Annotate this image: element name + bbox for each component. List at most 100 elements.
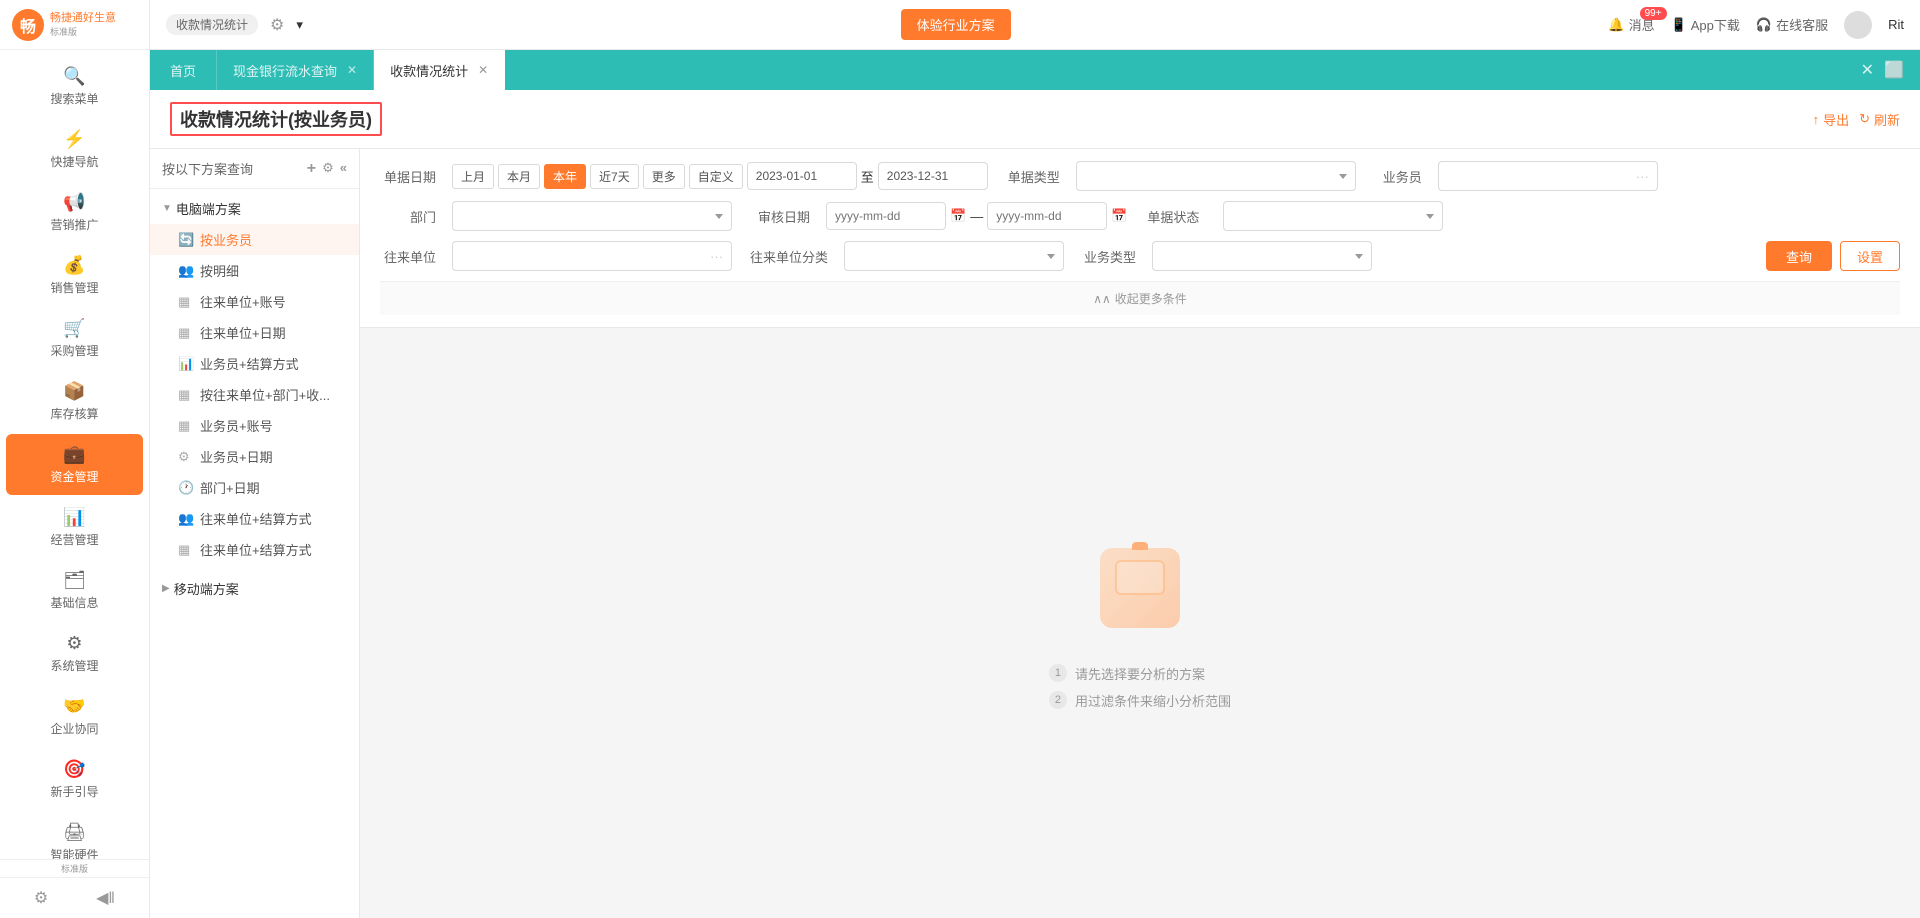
sidebar-icon-7: 📊 <box>63 507 85 528</box>
sidebar-item-库存核算[interactable]: 📦 库存核算 <box>6 371 143 432</box>
doc-status-select[interactable] <box>1223 201 1443 231</box>
customer-service-group[interactable]: 🎧 在线客服 <box>1756 15 1828 34</box>
sidebar-label-0: 搜索菜单 <box>50 90 98 107</box>
tab-receipt-stats-close[interactable]: ✕ <box>478 63 488 77</box>
date-btn-curr-year[interactable]: 本年 <box>544 164 586 189</box>
counterpart-cat-chevron <box>1047 254 1055 259</box>
review-from-input[interactable] <box>826 202 946 230</box>
sidebar-icon-2: 📢 <box>63 192 85 213</box>
scheme-item-salesperson-date[interactable]: ⚙ 业务员+日期 <box>150 441 359 472</box>
scheme-item-salesperson-settle[interactable]: 📊 业务员+结算方式 <box>150 348 359 379</box>
close-window-icon[interactable]: ✕ <box>1861 60 1874 80</box>
export-icon: ↑ <box>1813 112 1820 127</box>
export-button[interactable]: ↑ 导出 <box>1813 110 1850 129</box>
counterpart-label: 往来单位 <box>380 247 436 266</box>
sidebar-item-采购管理[interactable]: 🛒 采购管理 <box>6 308 143 369</box>
date-btn-prev-month[interactable]: 上月 <box>452 164 494 189</box>
scheme-item-unit-settle1[interactable]: 👥 往来单位+结算方式 <box>150 503 359 534</box>
sidebar-item-新手引导[interactable]: 🎯 新手引导 <box>6 749 143 810</box>
scheme-item-salesperson-settle-label: 业务员+结算方式 <box>200 354 299 373</box>
counterpart-select[interactable]: ··· <box>452 241 732 271</box>
doc-type-select[interactable] <box>1076 161 1356 191</box>
scheme-item-dept-date[interactable]: 🕐 部门+日期 <box>150 472 359 503</box>
scheme-item-unit-settle2[interactable]: ▦ 往来单位+结算方式 <box>150 534 359 565</box>
logo-sub: 标准版 <box>50 25 116 38</box>
bell-icon: 🔔 <box>1608 17 1624 33</box>
user-avatar[interactable] <box>1844 11 1872 39</box>
sidebar-item-快捷导航[interactable]: ⚡ 快捷导航 <box>6 119 143 180</box>
scheme-item-detail[interactable]: 👥 按明细 <box>150 255 359 286</box>
salesperson-dots[interactable]: ··· <box>1636 169 1649 184</box>
date-btn-custom[interactable]: 自定义 <box>689 164 743 189</box>
biz-type-label: 业务类型 <box>1080 247 1136 266</box>
biz-type-select[interactable] <box>1152 241 1372 271</box>
empty-hints: 1 请先选择要分析的方案 2 用过滤条件来缩小分析范围 <box>1049 664 1231 718</box>
tab-receipt-stats[interactable]: 收款情况统计 ✕ <box>374 50 505 90</box>
trial-button[interactable]: 体验行业方案 <box>901 9 1011 40</box>
scheme-item-unit-date[interactable]: ▦ 往来单位+日期 <box>150 317 359 348</box>
calendar-icon-right: 📅 <box>1111 208 1127 224</box>
scheme-add-icon[interactable]: + <box>307 160 316 178</box>
review-to-input[interactable] <box>987 202 1107 230</box>
date-btn-curr-month[interactable]: 本月 <box>498 164 540 189</box>
scheme-settings-icon[interactable]: ⚙ <box>322 160 334 178</box>
sidebar-item-营销推广[interactable]: 📢 营销推广 <box>6 182 143 243</box>
refresh-button[interactable]: ↻ 刷新 <box>1859 110 1900 129</box>
sidebar-item-销售管理[interactable]: 💰 销售管理 <box>6 245 143 306</box>
sidebar-item-基础信息[interactable]: 🗂 基础信息 <box>6 560 143 621</box>
filter-row-2: 部门 审核日期 📅 — 📅 <box>380 201 1900 231</box>
sidebar-icon-9: ⚙ <box>66 633 82 654</box>
date-to-input[interactable] <box>878 162 988 190</box>
calendar-icon-left: 📅 <box>950 208 966 224</box>
mobile-group-title[interactable]: ▶ 移动端方案 <box>150 573 359 604</box>
desktop-group-title[interactable]: ▼ 电脑端方案 <box>150 193 359 224</box>
notification-group[interactable]: 🔔 消息 99+ <box>1608 15 1654 34</box>
scheme-collapse-icon[interactable]: « <box>340 160 347 178</box>
counterpart-dots[interactable]: ··· <box>710 249 723 264</box>
scheme-item-salesperson-account[interactable]: ▦ 业务员+账号 <box>150 410 359 441</box>
unit-date-icon: ▦ <box>178 325 194 341</box>
dept-select[interactable] <box>452 201 732 231</box>
empty-hint-2: 2 用过滤条件来缩小分析范围 <box>1049 691 1231 710</box>
sidebar-item-搜索菜单[interactable]: 🔍 搜索菜单 <box>6 56 143 117</box>
unit-settle2-icon: ▦ <box>178 542 194 558</box>
salesperson-icon: 🔄 <box>178 232 194 248</box>
counterpart-cat-select[interactable] <box>844 241 1064 271</box>
sidebar-item-系统管理[interactable]: ⚙ 系统管理 <box>6 623 143 684</box>
top-gear-icon[interactable]: ⚙ <box>270 15 284 35</box>
scheme-item-unit-dept-label: 按往来单位+部门+收... <box>200 385 330 404</box>
sidebar-item-智能硬件[interactable]: 🖨 智能硬件 <box>6 812 143 859</box>
salesperson-date-icon: ⚙ <box>178 449 194 465</box>
settings-footer-icon[interactable]: ⚙ <box>34 888 48 908</box>
sidebar-item-企业协同[interactable]: 🤝 企业协同 <box>6 686 143 747</box>
user-name[interactable]: Rit <box>1888 17 1904 32</box>
maximize-window-icon[interactable]: ⬜ <box>1884 60 1904 80</box>
doc-type-label: 单据类型 <box>1004 167 1060 186</box>
date-btn-7days[interactable]: 近7天 <box>590 164 639 189</box>
date-from-input[interactable] <box>747 162 857 190</box>
query-button[interactable]: 查询 <box>1766 241 1832 271</box>
dropdown-arrow-icon[interactable]: ▾ <box>296 17 303 33</box>
tab-bank-flow[interactable]: 现金银行流水查询 ✕ <box>217 50 374 90</box>
date-btn-more[interactable]: 更多 <box>643 164 685 189</box>
collapse-sidebar-icon[interactable]: ◀‖ <box>96 888 115 908</box>
sidebar-label-11: 新手引导 <box>50 783 98 800</box>
scheme-item-salesperson[interactable]: 🔄 按业务员 <box>150 224 359 255</box>
desktop-scheme-group: ▼ 电脑端方案 🔄 按业务员 👥 按明细 ▦ <box>150 189 359 569</box>
headset-icon: 🎧 <box>1756 17 1772 33</box>
salesperson-select[interactable]: ··· <box>1438 161 1658 191</box>
collapse-bar[interactable]: ∧∧ 收起更多条件 <box>380 281 1900 315</box>
setting-button[interactable]: 设置 <box>1840 241 1900 271</box>
sidebar-icon-11: 🎯 <box>63 759 85 780</box>
sidebar-item-资金管理[interactable]: 💼 资金管理 <box>6 434 143 495</box>
tab-home[interactable]: 首页 <box>150 50 217 90</box>
tab-bank-flow-close[interactable]: ✕ <box>347 63 357 77</box>
scheme-item-dept-date-label: 部门+日期 <box>200 478 260 497</box>
app-download-group[interactable]: 📱 App下载 <box>1671 15 1740 34</box>
scheme-item-unit-dept[interactable]: ▦ 按往来单位+部门+收... <box>150 379 359 410</box>
sidebar-label-2: 营销推广 <box>50 216 98 233</box>
salesperson-settle-icon: 📊 <box>178 356 194 372</box>
sidebar-item-经营管理[interactable]: 📊 经营管理 <box>6 497 143 558</box>
refresh-icon: ↻ <box>1859 111 1870 127</box>
scheme-item-unit-account[interactable]: ▦ 往来单位+账号 <box>150 286 359 317</box>
